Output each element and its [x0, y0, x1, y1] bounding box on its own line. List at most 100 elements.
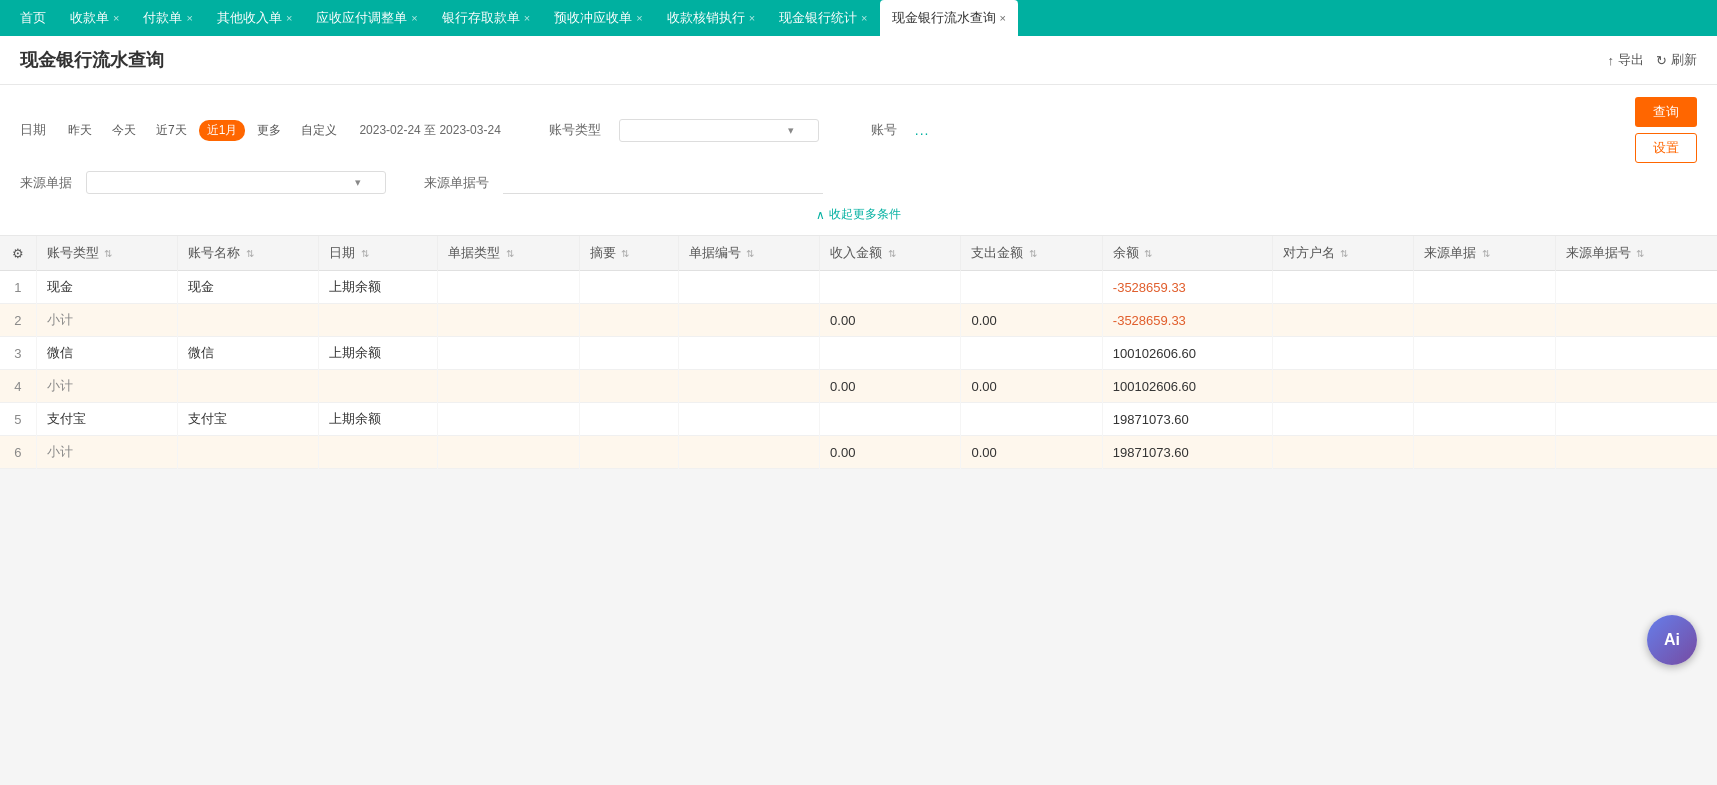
cell-doc-type	[438, 271, 579, 304]
nav-close-icon[interactable]: ×	[1000, 12, 1006, 24]
date-opt-yesterday[interactable]: 昨天	[60, 120, 100, 141]
cell-source-doc	[1414, 271, 1555, 304]
nav-home[interactable]: 首页	[8, 0, 58, 36]
nav-payment[interactable]: 付款单 ×	[131, 0, 204, 36]
cell-doc-type	[438, 304, 579, 337]
cell-doc-no	[678, 337, 819, 370]
date-filter-label: 日期	[20, 121, 46, 139]
refresh-button[interactable]: ↻ 刷新	[1656, 51, 1697, 69]
table-row: 2 小计 0.00 0.00 -3528659.33	[0, 304, 1717, 337]
cell-account-type: 小计	[36, 304, 177, 337]
date-options: 昨天 今天 近7天 近1月 更多 自定义	[60, 120, 345, 141]
account-type-select[interactable]: ▾	[619, 119, 819, 142]
refresh-icon: ↻	[1656, 53, 1667, 68]
nav-advance[interactable]: 预收冲应收单 ×	[542, 0, 654, 36]
source-doc-select[interactable]: ▾	[86, 171, 386, 194]
cell-doc-type	[438, 436, 579, 469]
nav-bank-deposit[interactable]: 银行存取款单 ×	[430, 0, 542, 36]
header-actions: ↑ 导出 ↻ 刷新	[1608, 51, 1698, 69]
nav-close-icon[interactable]: ×	[411, 12, 417, 24]
cell-source-doc-no	[1555, 436, 1717, 469]
row-num: 1	[0, 271, 36, 304]
col-doc-no[interactable]: 单据编号 ⇅	[678, 236, 819, 271]
nav-close-icon[interactable]: ×	[636, 12, 642, 24]
cell-account-name: 支付宝	[177, 403, 318, 436]
row-num: 3	[0, 337, 36, 370]
col-source-doc-no[interactable]: 来源单据号 ⇅	[1555, 236, 1717, 271]
cell-account-type: 小计	[36, 370, 177, 403]
cell-balance: 100102606.60	[1102, 337, 1272, 370]
cell-doc-no	[678, 403, 819, 436]
cell-account-name: 微信	[177, 337, 318, 370]
cell-account-name	[177, 304, 318, 337]
nav-receipt[interactable]: 收款单 ×	[58, 0, 131, 36]
cell-expense	[961, 271, 1102, 304]
col-account-type[interactable]: 账号类型 ⇅	[36, 236, 177, 271]
account-type-label: 账号类型	[549, 121, 601, 139]
cell-date: 上期余额	[319, 337, 438, 370]
nav-close-icon[interactable]: ×	[286, 12, 292, 24]
cell-doc-no	[678, 370, 819, 403]
cell-income	[820, 271, 961, 304]
cell-summary	[579, 370, 678, 403]
col-income[interactable]: 收入金额 ⇅	[820, 236, 961, 271]
col-doc-type[interactable]: 单据类型 ⇅	[438, 236, 579, 271]
collapse-button[interactable]: ∧ 收起更多条件	[20, 202, 1697, 227]
date-opt-today[interactable]: 今天	[104, 120, 144, 141]
sort-icon: ⇅	[1340, 248, 1348, 259]
page-title: 现金银行流水查询	[20, 48, 164, 72]
sort-icon: ⇅	[506, 248, 514, 259]
account-ellipsis-button[interactable]: ...	[915, 122, 930, 138]
column-settings[interactable]: ⚙	[0, 236, 36, 271]
cell-source-doc	[1414, 337, 1555, 370]
col-source-doc[interactable]: 来源单据 ⇅	[1414, 236, 1555, 271]
col-date[interactable]: 日期 ⇅	[319, 236, 438, 271]
sort-icon: ⇅	[888, 248, 896, 259]
nav-bank-stats[interactable]: 现金银行统计 ×	[767, 0, 879, 36]
cell-counterparty	[1272, 370, 1413, 403]
col-expense[interactable]: 支出金额 ⇅	[961, 236, 1102, 271]
date-opt-7days[interactable]: 近7天	[148, 120, 195, 141]
date-opt-more[interactable]: 更多	[249, 120, 289, 141]
date-opt-custom[interactable]: 自定义	[293, 120, 345, 141]
cell-account-name	[177, 370, 318, 403]
settings-button[interactable]: 设置	[1635, 133, 1697, 163]
cell-balance: 19871073.60	[1102, 403, 1272, 436]
nav-close-icon[interactable]: ×	[861, 12, 867, 24]
data-table: ⚙ 账号类型 ⇅ 账号名称 ⇅ 日期 ⇅ 单据类型 ⇅	[0, 236, 1717, 469]
col-balance[interactable]: 余额 ⇅	[1102, 236, 1272, 271]
row-num: 2	[0, 304, 36, 337]
nav-bank-flow[interactable]: 现金银行流水查询 ×	[880, 0, 1018, 36]
nav-close-icon[interactable]: ×	[524, 12, 530, 24]
nav-close-icon[interactable]: ×	[113, 12, 119, 24]
query-button[interactable]: 查询	[1635, 97, 1697, 127]
cell-summary	[579, 403, 678, 436]
chevron-down-icon: ▾	[788, 124, 794, 137]
col-summary[interactable]: 摘要 ⇅	[579, 236, 678, 271]
col-account-name[interactable]: 账号名称 ⇅	[177, 236, 318, 271]
cell-summary	[579, 337, 678, 370]
cell-source-doc	[1414, 304, 1555, 337]
nav-other-income[interactable]: 其他收入单 ×	[205, 0, 304, 36]
nav-adjustment[interactable]: 应收应付调整单 ×	[304, 0, 429, 36]
date-opt-1month[interactable]: 近1月	[199, 120, 246, 141]
source-doc-label: 来源单据	[20, 174, 72, 192]
table-row: 5 支付宝 支付宝 上期余额 19871073.60	[0, 403, 1717, 436]
account-label: 账号	[871, 121, 897, 139]
date-range-display: 2023-02-24 至 2023-03-24	[359, 122, 500, 139]
nav-close-icon[interactable]: ×	[186, 12, 192, 24]
source-doc-no-input[interactable]	[503, 172, 823, 194]
cell-expense: 0.00	[961, 304, 1102, 337]
col-counterparty[interactable]: 对方户名 ⇅	[1272, 236, 1413, 271]
nav-collection-exec[interactable]: 收款核销执行 ×	[655, 0, 767, 36]
cell-summary	[579, 436, 678, 469]
export-button[interactable]: ↑ 导出	[1608, 51, 1645, 69]
nav-close-icon[interactable]: ×	[749, 12, 755, 24]
sort-icon: ⇅	[621, 248, 629, 259]
cell-counterparty	[1272, 403, 1413, 436]
table-row: 3 微信 微信 上期余额 100102606.60	[0, 337, 1717, 370]
cell-expense: 0.00	[961, 436, 1102, 469]
cell-doc-no	[678, 271, 819, 304]
cell-expense	[961, 403, 1102, 436]
cell-counterparty	[1272, 337, 1413, 370]
